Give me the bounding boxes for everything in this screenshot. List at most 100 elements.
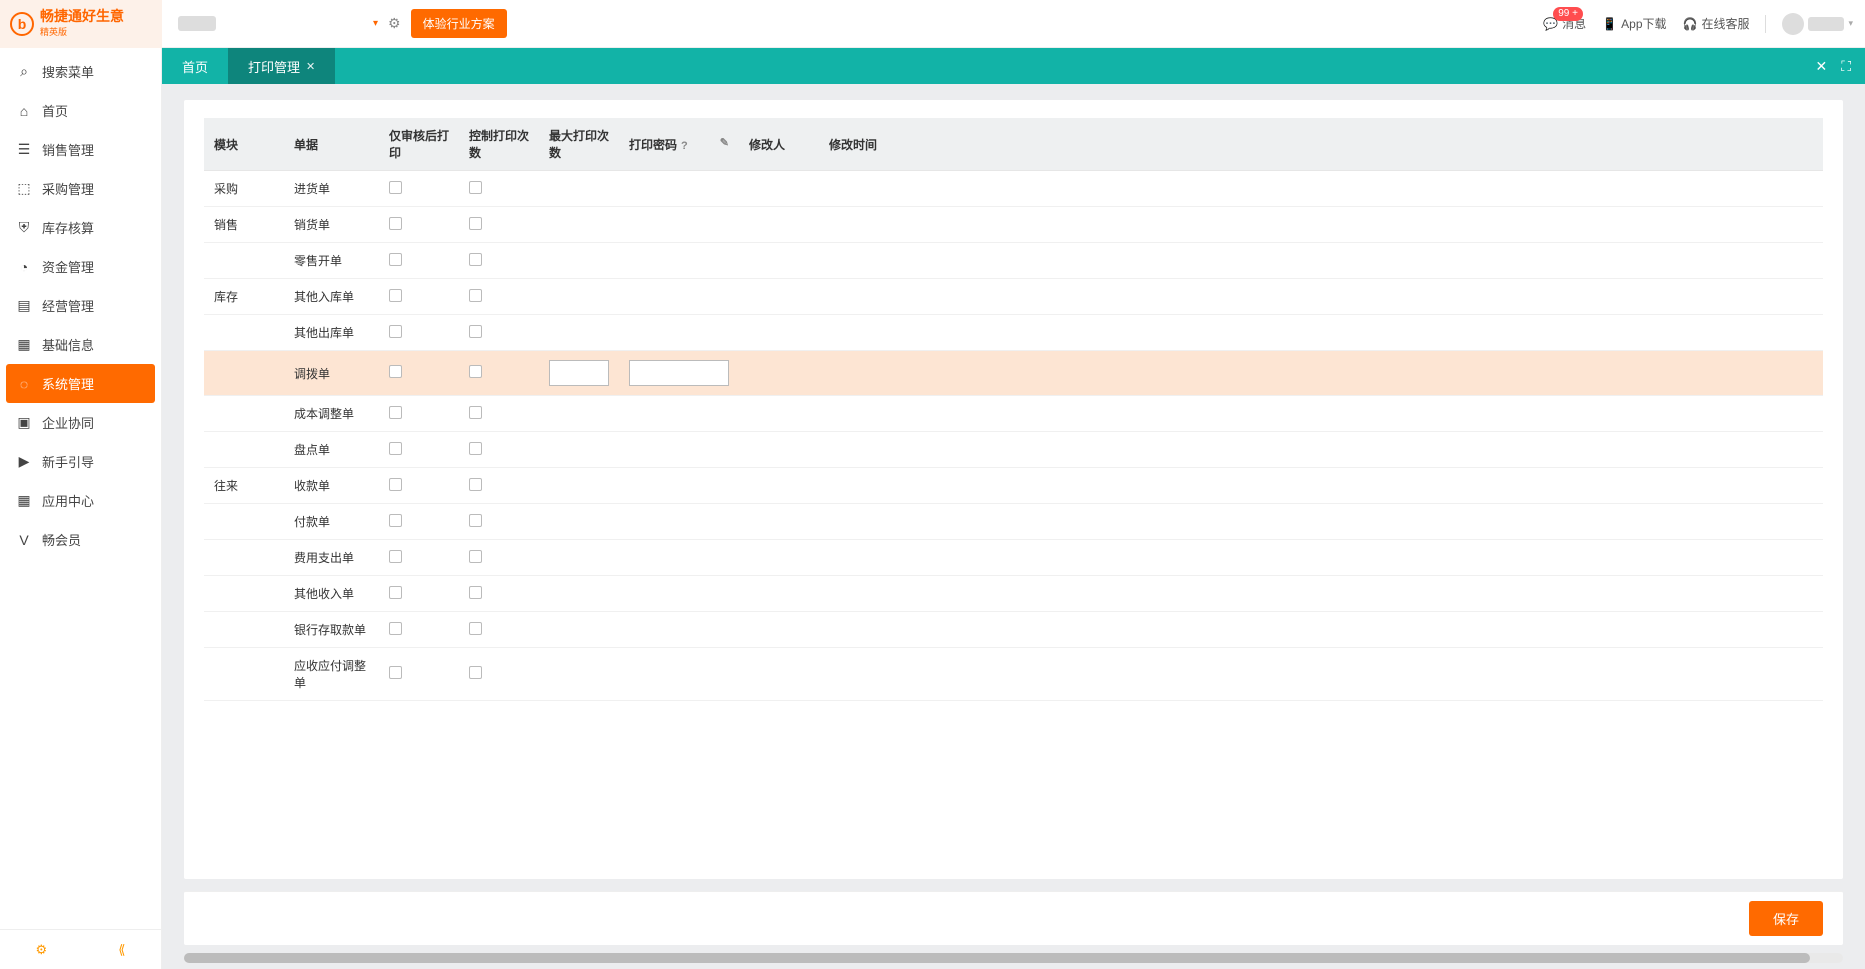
checkbox[interactable]: [389, 406, 402, 419]
help-icon[interactable]: ?: [681, 140, 688, 152]
sidebar-item-9[interactable]: ▣企业协同: [0, 403, 161, 442]
modifier-cell: [739, 396, 819, 432]
col-header-6: 修改人: [739, 118, 819, 171]
logo-subtext: 精英版: [40, 25, 124, 38]
sidebar-item-11[interactable]: ▦应用中心: [0, 481, 161, 520]
max-count-cell: [539, 171, 619, 207]
checkbox[interactable]: [389, 181, 402, 194]
password-cell: [619, 171, 739, 207]
doc-cell: 进货单: [284, 171, 379, 207]
max-count-input[interactable]: [549, 360, 609, 386]
checkbox[interactable]: [469, 622, 482, 635]
tab-1[interactable]: 打印管理✕: [228, 48, 335, 84]
checkbox[interactable]: [389, 253, 402, 266]
sidebar-item-icon: ▤: [16, 297, 32, 314]
doc-cell: 其他收入单: [284, 576, 379, 612]
avatar: [1782, 13, 1804, 35]
sidebar-item-10[interactable]: ▶新手引导: [0, 442, 161, 481]
modifier-cell: [739, 243, 819, 279]
checkbox[interactable]: [389, 514, 402, 527]
sidebar-item-4[interactable]: ⛨库存核算: [0, 208, 161, 247]
save-button[interactable]: 保存: [1749, 901, 1823, 936]
checkbox[interactable]: [389, 289, 402, 302]
sidebar-item-2[interactable]: ☰销售管理: [0, 130, 161, 169]
checkbox[interactable]: [389, 478, 402, 491]
checkbox[interactable]: [389, 622, 402, 635]
mobile-icon: 📱: [1602, 17, 1617, 31]
collapse-icon[interactable]: ⟪: [118, 942, 125, 958]
sidebar-item-7[interactable]: ▦基础信息: [0, 325, 161, 364]
sidebar-item-0[interactable]: ⌕搜索菜单: [0, 52, 161, 91]
sidebar-item-label: 应用中心: [42, 491, 94, 510]
fullscreen-icon[interactable]: ⛶: [1841, 58, 1851, 75]
sidebar-item-1[interactable]: ⌂首页: [0, 91, 161, 130]
close-icon[interactable]: ✕: [306, 60, 315, 73]
checkbox[interactable]: [389, 365, 402, 378]
module-cell: [204, 432, 284, 468]
checkbox[interactable]: [469, 325, 482, 338]
checkbox[interactable]: [469, 253, 482, 266]
messages-button[interactable]: 💬 消息 99 +: [1543, 15, 1586, 32]
company-select[interactable]: —— ▾: [178, 16, 378, 31]
checkbox[interactable]: [469, 442, 482, 455]
sidebar-item-6[interactable]: ▤经营管理: [0, 286, 161, 325]
checkbox[interactable]: [469, 365, 482, 378]
sidebar-item-12[interactable]: V畅会员: [0, 520, 161, 559]
doc-cell: 费用支出单: [284, 540, 379, 576]
module-cell: 库存: [204, 279, 284, 315]
checkbox[interactable]: [469, 289, 482, 302]
module-cell: [204, 576, 284, 612]
table-row: 零售开单: [204, 243, 1823, 279]
sidebar-item-label: 基础信息: [42, 335, 94, 354]
sidebar-item-3[interactable]: ⬚采购管理: [0, 169, 161, 208]
checkbox[interactable]: [469, 586, 482, 599]
sidebar-item-8[interactable]: ◌系统管理: [6, 364, 155, 403]
module-cell: [204, 243, 284, 279]
scrollbar-thumb[interactable]: [184, 953, 1810, 963]
gear-icon[interactable]: ⚙: [388, 15, 401, 32]
col-header-1: 单据: [284, 118, 379, 171]
max-count-cell: [539, 207, 619, 243]
checkbox[interactable]: [389, 442, 402, 455]
app-download-button[interactable]: 📱 App下载: [1602, 15, 1666, 32]
checkbox[interactable]: [389, 325, 402, 338]
tab-0[interactable]: 首页: [162, 48, 228, 84]
checkbox[interactable]: [389, 217, 402, 230]
edit-icon[interactable]: ✎: [720, 136, 729, 149]
audit-print-cell: [379, 243, 459, 279]
modified-time-cell: [819, 468, 1823, 504]
doc-cell: 银行存取款单: [284, 612, 379, 648]
checkbox[interactable]: [469, 514, 482, 527]
sidebar-item-icon: ◔: [16, 259, 32, 275]
checkbox[interactable]: [389, 666, 402, 679]
sidebar-item-5[interactable]: ◔资金管理: [0, 247, 161, 286]
checkbox[interactable]: [469, 666, 482, 679]
modified-time-cell: [819, 504, 1823, 540]
password-input[interactable]: [629, 360, 729, 386]
max-count-cell: [539, 396, 619, 432]
experience-button[interactable]: 体验行业方案: [411, 9, 507, 38]
checkbox[interactable]: [469, 406, 482, 419]
checkbox[interactable]: [389, 550, 402, 563]
online-service-button[interactable]: 🎧 在线客服: [1683, 15, 1750, 32]
max-count-cell: [539, 315, 619, 351]
table-row: 其他出库单: [204, 315, 1823, 351]
close-all-icon[interactable]: ✕: [1815, 58, 1827, 75]
checkbox[interactable]: [469, 217, 482, 230]
checkbox[interactable]: [389, 586, 402, 599]
checkbox[interactable]: [469, 478, 482, 491]
settings-icon[interactable]: ⚙: [36, 942, 48, 958]
col-header-0: 模块: [204, 118, 284, 171]
max-count-cell: [539, 279, 619, 315]
checkbox[interactable]: [469, 550, 482, 563]
horizontal-scrollbar[interactable]: [184, 953, 1843, 963]
limit-print-cell: [459, 504, 539, 540]
table-row: 往来收款单: [204, 468, 1823, 504]
checkbox[interactable]: [469, 181, 482, 194]
password-cell: [619, 648, 739, 701]
sidebar-item-icon: ⛨: [16, 219, 32, 236]
user-menu[interactable]: —— ▾: [1782, 13, 1853, 35]
module-cell: 销售: [204, 207, 284, 243]
module-cell: 采购: [204, 171, 284, 207]
modifier-cell: [739, 540, 819, 576]
